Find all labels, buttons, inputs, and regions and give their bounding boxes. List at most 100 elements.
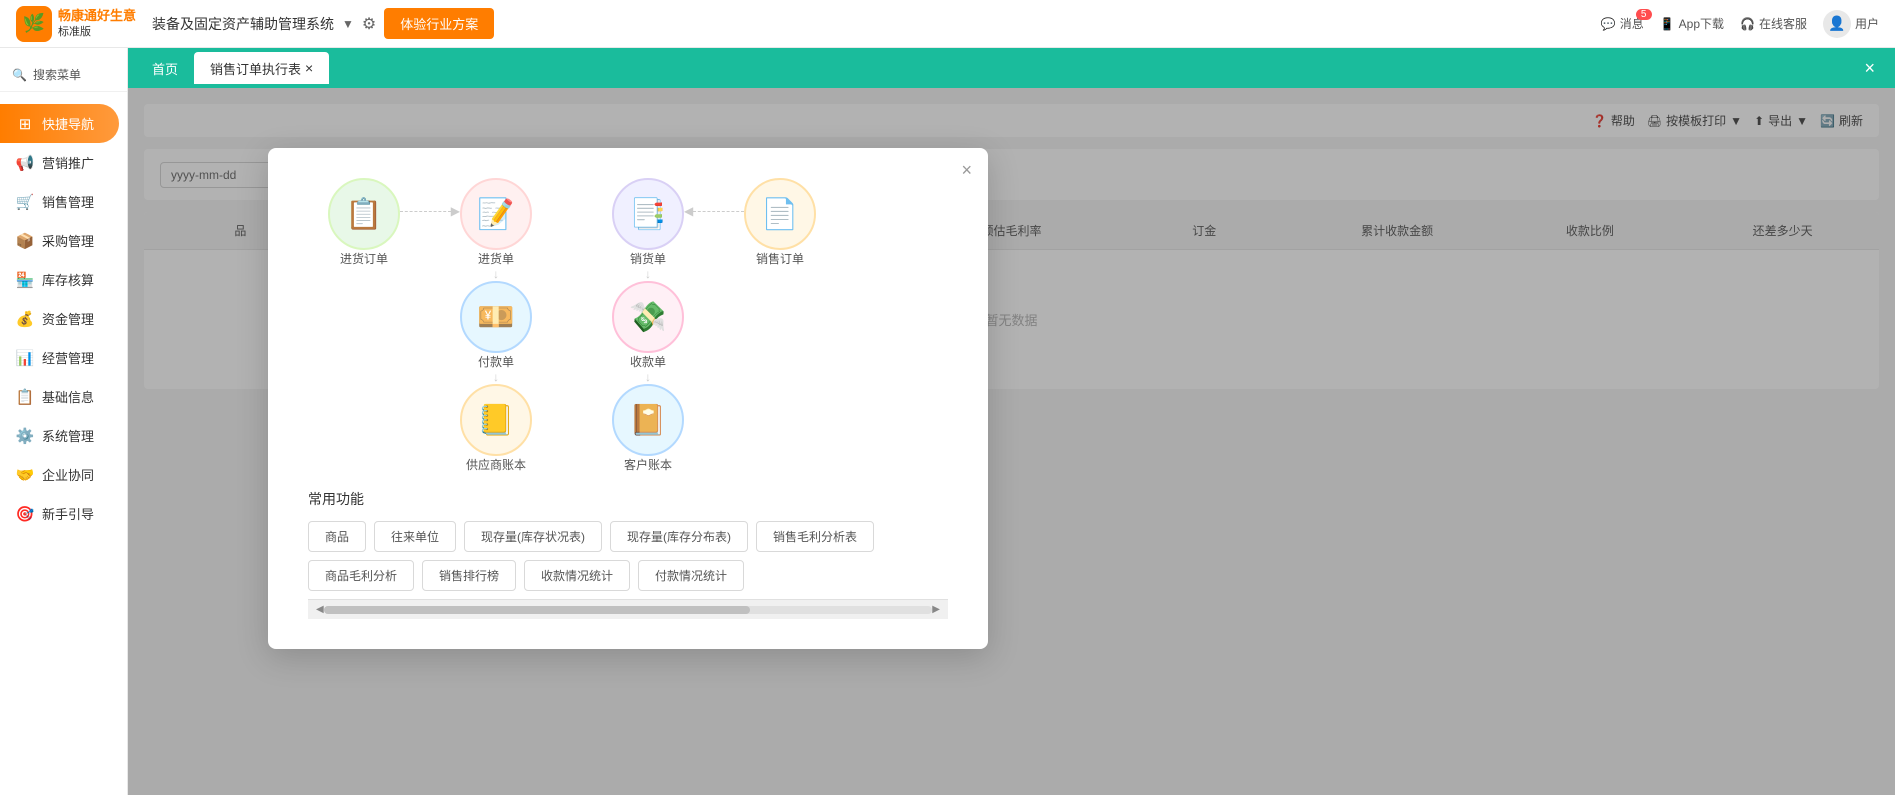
- common-btn-goods-margin[interactable]: 商品毛利分析: [308, 560, 414, 591]
- sidebar-item-inventory[interactable]: 🏪 库存核算: [0, 260, 127, 299]
- scroll-right-arrow[interactable]: ▶: [932, 604, 940, 615]
- sidebar-item-newbie[interactable]: 🎯 新手引导: [0, 494, 127, 533]
- online-service-item[interactable]: 🎧 在线客服: [1740, 15, 1807, 32]
- flow-section: 📋 进货订单 ▶ 📝: [308, 178, 948, 473]
- sidebar-label-inventory: 库存核算: [42, 270, 94, 289]
- sales-order-label: 销售订单: [756, 250, 804, 267]
- modal-overlay[interactable]: × 📋 进货订单: [128, 88, 1895, 795]
- basic-icon: 📋: [16, 388, 34, 406]
- purchase-bill-label: 进货单: [478, 250, 514, 267]
- trial-btn[interactable]: 体验行业方案: [384, 8, 494, 39]
- tab-sales-order-label: 销售订单执行表: [210, 59, 301, 78]
- sales-order-icon: 📄: [744, 178, 816, 250]
- search-menu-label: 搜索菜单: [33, 66, 81, 83]
- common-buttons: 商品 往来单位 现存量(库存状况表) 现存量(库存分布表) 销售毛利分析表 商品…: [308, 521, 948, 591]
- content-area: 首页 销售订单执行表 × × ❓ 帮助: [128, 48, 1895, 795]
- newbie-icon: 🎯: [16, 505, 34, 523]
- sidebar-label-basic: 基础信息: [42, 387, 94, 406]
- app-download-label: App下载: [1679, 15, 1724, 32]
- supplier-account-label: 供应商账本: [466, 456, 526, 473]
- sidebar-search-area: 🔍 搜索菜单: [0, 48, 127, 102]
- marketing-icon: 📢: [16, 154, 34, 172]
- app-download-item[interactable]: 📱 App下载: [1660, 15, 1724, 32]
- supplier-account-icon: 📒: [460, 384, 532, 456]
- sales-icon: 🛒: [16, 193, 34, 211]
- tab-home[interactable]: 首页: [136, 52, 194, 84]
- online-service-label: 在线客服: [1759, 15, 1807, 32]
- search-icon: 🔍: [12, 68, 27, 82]
- logo-text: 畅康通好生意 标准版: [58, 8, 136, 39]
- common-btn-sales-margin[interactable]: 销售毛利分析表: [756, 521, 874, 552]
- system-name-area: 装备及固定资产辅助管理系统 ▼ ⚙: [152, 14, 376, 34]
- sidebar-item-purchase[interactable]: 📦 采购管理: [0, 221, 127, 260]
- enterprise-icon: 🤝: [16, 466, 34, 484]
- sidebar-item-basic[interactable]: 📋 基础信息: [0, 377, 127, 416]
- common-btn-payment-stat[interactable]: 付款情况统计: [638, 560, 744, 591]
- inventory-icon: 🏪: [16, 271, 34, 289]
- sidebar-label-system: 系统管理: [42, 426, 94, 445]
- tab-bar-close-btn[interactable]: ×: [1860, 54, 1879, 83]
- message-item[interactable]: 💬 消息 5: [1601, 15, 1644, 32]
- message-icon: 💬: [1601, 17, 1616, 31]
- sidebar-item-operation[interactable]: 📊 经营管理: [0, 338, 127, 377]
- sidebar-item-sales[interactable]: 🛒 销售管理: [0, 182, 127, 221]
- sidebar-item-finance[interactable]: 💰 资金管理: [0, 299, 127, 338]
- tab-sales-order[interactable]: 销售订单执行表 ×: [194, 52, 329, 84]
- sales-bill-label: 销货单: [630, 250, 666, 267]
- payment-label: 付款单: [478, 353, 514, 370]
- modal-body: 📋 进货订单 ▶ 📝: [268, 148, 988, 649]
- brand-sub: 标准版: [58, 25, 136, 39]
- search-menu-btn[interactable]: 🔍 搜索菜单: [0, 58, 127, 92]
- main-area: 🔍 搜索菜单 ⊞ 快捷导航 📢 营销推广 🛒 销售管理 📦: [0, 48, 1895, 795]
- tab-close-icon[interactable]: ×: [305, 60, 313, 76]
- common-btn-partner[interactable]: 往来单位: [374, 521, 456, 552]
- page-content: ❓ 帮助 🖨 按模板打印 ▼ ⬆ 导出 ▼: [128, 88, 1895, 795]
- modal-close-btn[interactable]: ×: [961, 160, 972, 181]
- common-btn-stock-dist[interactable]: 现存量(库存分布表): [610, 521, 748, 552]
- purchase-icon: 📦: [16, 232, 34, 250]
- receipt-label: 收款单: [630, 353, 666, 370]
- purchase-bill-icon: 📝: [460, 178, 532, 250]
- user-name: 用户: [1855, 15, 1879, 32]
- logo-area: 🌿 畅康通好生意 标准版: [16, 6, 144, 42]
- common-section: 常用功能 商品 往来单位 现存量(库存状况表) 现存量(库存分布表) 销售毛利分…: [308, 473, 948, 599]
- sidebar-label-enterprise: 企业协同: [42, 465, 94, 484]
- operation-icon: 📊: [16, 349, 34, 367]
- modal: × 📋 进货订单: [268, 148, 988, 649]
- settings-icon-btn[interactable]: ⚙: [362, 14, 376, 34]
- user-avatar: 👤: [1823, 10, 1851, 38]
- sidebar-item-enterprise[interactable]: 🤝 企业协同: [0, 455, 127, 494]
- sidebar-label-quick-nav: 快捷导航: [42, 114, 94, 133]
- customer-account-icon: 📔: [612, 384, 684, 456]
- scroll-track[interactable]: [324, 606, 933, 614]
- common-title: 常用功能: [308, 489, 948, 509]
- customer-account-label: 客户账本: [624, 456, 672, 473]
- sidebar-nav: ⊞ 快捷导航 📢 营销推广 🛒 销售管理 📦 采购管理 🏪 库存核算: [0, 102, 127, 535]
- scroll-area: ◀ ▶: [308, 599, 948, 619]
- scroll-thumb: [324, 606, 750, 614]
- user-item[interactable]: 👤 用户: [1823, 10, 1879, 38]
- sidebar-label-marketing: 营销推广: [42, 153, 94, 172]
- tab-bar: 首页 销售订单执行表 × ×: [128, 48, 1895, 88]
- sidebar-item-system[interactable]: ⚙️ 系统管理: [0, 416, 127, 455]
- system-dropdown-btn[interactable]: ▼: [342, 17, 354, 31]
- scroll-left-arrow[interactable]: ◀: [316, 604, 324, 615]
- message-badge: 5: [1636, 9, 1652, 20]
- top-bar: 🌿 畅康通好生意 标准版 装备及固定资产辅助管理系统 ▼ ⚙ 体验行业方案 💬 …: [0, 0, 1895, 48]
- sidebar-label-sales: 销售管理: [42, 192, 94, 211]
- sidebar-label-newbie: 新手引导: [42, 504, 94, 523]
- phone-icon: 📱: [1660, 17, 1675, 31]
- sidebar-item-quick-nav[interactable]: ⊞ 快捷导航: [0, 104, 119, 143]
- system-name-text: 装备及固定资产辅助管理系统: [152, 14, 334, 34]
- common-btn-sales-rank[interactable]: 销售排行榜: [422, 560, 516, 591]
- payment-icon: 💴: [460, 281, 532, 353]
- sidebar-item-marketing[interactable]: 📢 营销推广: [0, 143, 127, 182]
- common-btn-stock-status[interactable]: 现存量(库存状况表): [464, 521, 602, 552]
- finance-icon: 💰: [16, 310, 34, 328]
- top-right-area: 💬 消息 5 📱 App下载 🎧 在线客服 👤 用户: [1601, 10, 1879, 38]
- common-btn-receipt-stat[interactable]: 收款情况统计: [524, 560, 630, 591]
- logo-icon: 🌿: [16, 6, 52, 42]
- tab-home-label: 首页: [152, 59, 178, 78]
- common-btn-goods[interactable]: 商品: [308, 521, 366, 552]
- sidebar-label-purchase: 采购管理: [42, 231, 94, 250]
